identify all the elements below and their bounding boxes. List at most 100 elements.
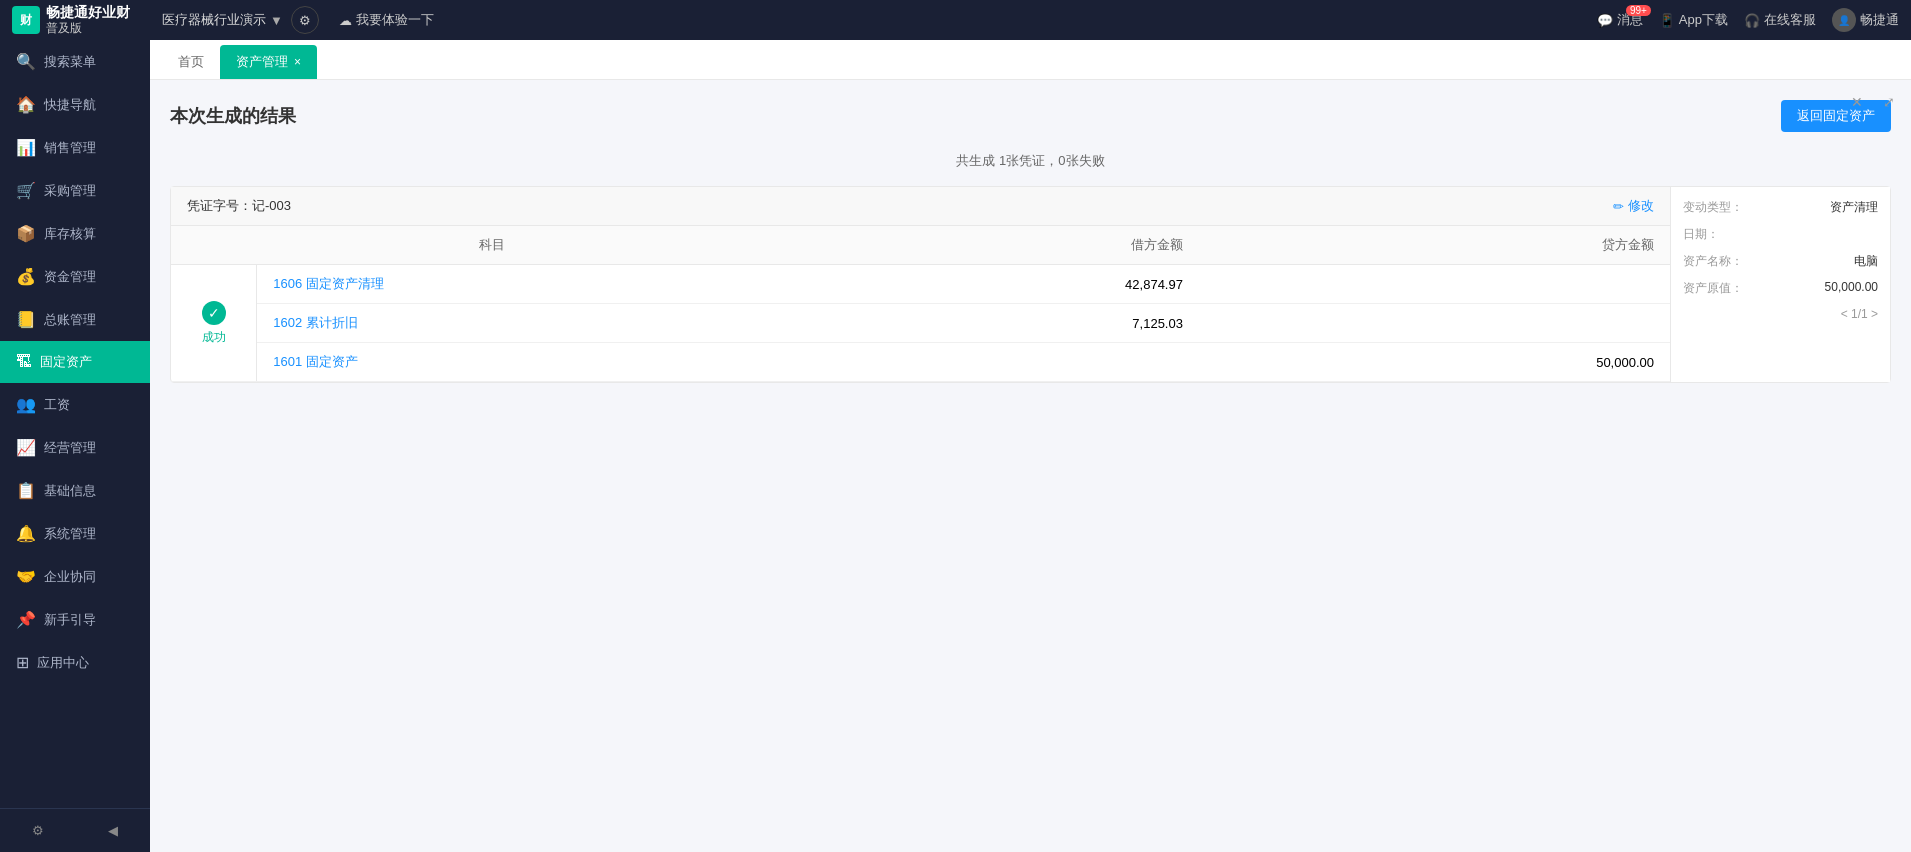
basic-info-icon: 📋	[16, 481, 36, 500]
voucher-table: 科目 借方金额 贷方金额	[171, 226, 1670, 382]
subject-link[interactable]: 1602 累计折旧	[273, 315, 358, 330]
sidebar-item-label: 应用中心	[37, 654, 89, 672]
phone-icon: 📱	[1659, 13, 1675, 28]
pagination[interactable]: < 1/1 >	[1683, 307, 1878, 321]
message-icon: 💬	[1597, 13, 1613, 28]
sidebar-item-fixed-assets[interactable]: 🏗 固定资产	[0, 341, 150, 383]
change-type-row: 变动类型： 资产清理	[1683, 199, 1878, 216]
col-header-credit: 贷方金额	[1199, 226, 1670, 265]
cloud-icon: ☁	[339, 13, 352, 28]
tab-close-icon[interactable]: ×	[294, 55, 301, 69]
credit-cell	[1199, 265, 1670, 304]
sidebar-item-search[interactable]: 🔍 搜索菜单	[0, 40, 150, 83]
sidebar-item-label: 采购管理	[44, 182, 96, 200]
sidebar: 🔍 搜索菜单 🏠 快捷导航 📊 销售管理 🛒 采购管理 📦 库存核算 💰 资金管…	[0, 40, 150, 852]
user-menu[interactable]: 👤 畅捷通	[1832, 8, 1899, 32]
sidebar-item-ledger[interactable]: 📒 总账管理	[0, 298, 150, 341]
logo-icon: 财	[12, 6, 40, 34]
sidebar-item-quick-nav[interactable]: 🏠 快捷导航	[0, 83, 150, 126]
page-content: ✕ ⤢ 本次生成的结果 返回固定资产 共生成 1张凭证，0张失败 凭证字号：记-…	[150, 80, 1911, 852]
result-summary: 共生成 1张凭证，0张失败	[170, 152, 1891, 170]
credit-cell	[1199, 304, 1670, 343]
messages-button[interactable]: 💬 消息 99+	[1597, 11, 1643, 29]
content-area: 首页 资产管理 × ✕ ⤢ 本次生成的结果 返回固定资产 共生成 1张凭证，0张…	[150, 40, 1911, 852]
sidebar-item-payroll[interactable]: 👥 工资	[0, 383, 150, 426]
search-icon: 🔍	[16, 52, 36, 71]
company-selector[interactable]: 医疗器械行业演示 ▼	[162, 11, 283, 29]
tab-asset-management[interactable]: 资产管理 ×	[220, 45, 317, 79]
voucher-table-main: 凭证字号：记-003 ✏ 修改 科目	[171, 187, 1670, 382]
cooperation-icon: 🤝	[16, 567, 36, 586]
modal-controls: ✕ ⤢	[1845, 90, 1901, 114]
app-download-button[interactable]: 📱 App下载	[1659, 11, 1728, 29]
sidebar-item-label: 企业协同	[44, 568, 96, 586]
success-indicator: ✓ 成功	[187, 301, 240, 346]
page-header: 本次生成的结果 返回固定资产	[170, 100, 1891, 132]
operations-icon: 📈	[16, 438, 36, 457]
ledger-icon: 📒	[16, 310, 36, 329]
edit-voucher-button[interactable]: ✏ 修改	[1613, 197, 1654, 215]
sidebar-item-label: 搜索菜单	[44, 53, 96, 71]
sidebar-item-label: 总账管理	[44, 311, 96, 329]
table-row: 1602 累计折旧 7,125.03	[171, 304, 1670, 343]
finance-icon: 💰	[16, 267, 36, 286]
company-dropdown-icon: ▼	[270, 13, 283, 28]
modal-expand-button[interactable]: ⤢	[1877, 90, 1901, 114]
change-type-label: 变动类型：	[1683, 199, 1743, 216]
main-layout: 🔍 搜索菜单 🏠 快捷导航 📊 销售管理 🛒 采购管理 📦 库存核算 💰 资金管…	[0, 40, 1911, 852]
credit-cell: 50,000.00	[1199, 343, 1670, 382]
sidebar-item-sales[interactable]: 📊 销售管理	[0, 126, 150, 169]
subject-cell: 1601 固定资产	[257, 343, 728, 382]
online-service-button[interactable]: 🎧 在线客服	[1744, 11, 1816, 29]
date-row: 日期：	[1683, 226, 1878, 243]
voucher-card: 凭证字号：记-003 ✏ 修改 科目	[170, 186, 1891, 383]
sidebar-item-label: 固定资产	[40, 353, 92, 371]
sidebar-item-cooperation[interactable]: 🤝 企业协同	[0, 555, 150, 598]
app-center-icon: ⊞	[16, 653, 29, 672]
avatar: 👤	[1832, 8, 1856, 32]
sidebar-item-inventory[interactable]: 📦 库存核算	[0, 212, 150, 255]
change-type-value: 资产清理	[1830, 199, 1878, 216]
voucher-number: 凭证字号：记-003	[187, 197, 291, 215]
settings-footer-button[interactable]: ⚙	[0, 817, 75, 844]
col-header-debit: 借方金额	[728, 226, 1199, 265]
company-name[interactable]: 医疗器械行业演示	[162, 11, 266, 29]
sidebar-item-finance[interactable]: 💰 资金管理	[0, 255, 150, 298]
asset-original-row: 资产原值： 50,000.00	[1683, 280, 1878, 297]
debit-cell: 7,125.03	[728, 304, 1199, 343]
purchase-icon: 🛒	[16, 181, 36, 200]
subject-link[interactable]: 1606 固定资产清理	[273, 276, 384, 291]
asset-name-row: 资产名称： 电脑	[1683, 253, 1878, 270]
col-header-subject: 科目	[257, 226, 728, 265]
asset-original-value: 50,000.00	[1825, 280, 1878, 297]
asset-original-label: 资产原值：	[1683, 280, 1743, 297]
table-row: 1601 固定资产 50,000.00	[171, 343, 1670, 382]
sidebar-item-label: 新手引导	[44, 611, 96, 629]
collapse-sidebar-button[interactable]: ◀	[75, 817, 150, 844]
app-logo: 财 畅捷通好业财 普及版	[12, 4, 162, 35]
topbar-right: 💬 消息 99+ 📱 App下载 🎧 在线客服 👤 畅捷通	[1597, 8, 1899, 32]
sidebar-item-system[interactable]: 🔔 系统管理	[0, 512, 150, 555]
home-icon: 🏠	[16, 95, 36, 114]
sidebar-item-purchase[interactable]: 🛒 采购管理	[0, 169, 150, 212]
sidebar-item-guide[interactable]: 📌 新手引导	[0, 598, 150, 641]
guide-icon: 📌	[16, 610, 36, 629]
tab-home[interactable]: 首页	[162, 45, 220, 79]
messages-badge: 99+	[1626, 5, 1651, 16]
topbar: 财 畅捷通好业财 普及版 医疗器械行业演示 ▼ ⚙ ☁ 我要体验一下 💬 消息 …	[0, 0, 1911, 40]
sidebar-item-label: 经营管理	[44, 439, 96, 457]
sidebar-item-label: 工资	[44, 396, 70, 414]
sidebar-footer: ⚙ ◀	[0, 808, 150, 852]
sidebar-item-operations[interactable]: 📈 经营管理	[0, 426, 150, 469]
sidebar-item-basic-info[interactable]: 📋 基础信息	[0, 469, 150, 512]
success-label: 成功	[202, 329, 226, 346]
sidebar-item-app-center[interactable]: ⊞ 应用中心	[0, 641, 150, 684]
settings-icon[interactable]: ⚙	[291, 6, 319, 34]
system-icon: 🔔	[16, 524, 36, 543]
modal-close-button[interactable]: ✕	[1845, 90, 1869, 114]
check-circle-icon: ✓	[202, 301, 226, 325]
payroll-icon: 👥	[16, 395, 36, 414]
experience-button[interactable]: ☁ 我要体验一下	[339, 11, 434, 29]
subject-link[interactable]: 1601 固定资产	[273, 354, 358, 369]
sidebar-item-label: 快捷导航	[44, 96, 96, 114]
